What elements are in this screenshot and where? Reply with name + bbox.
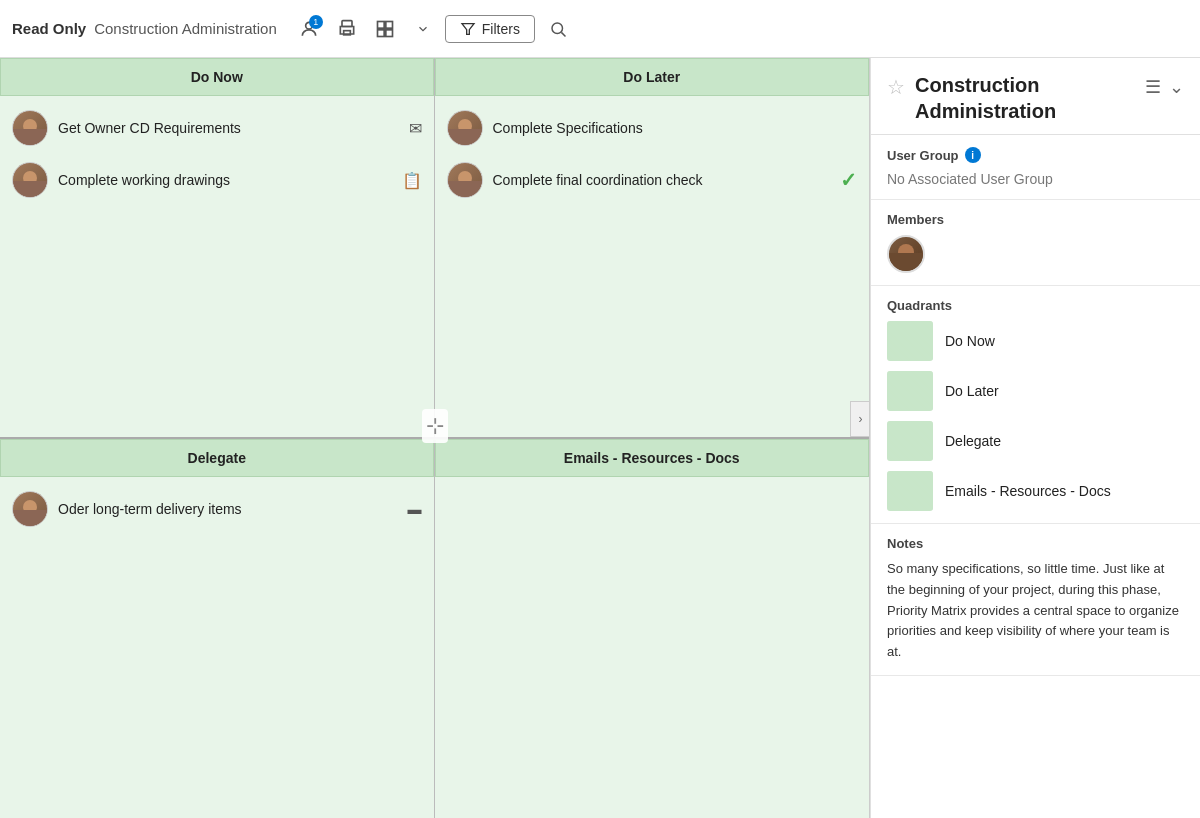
quadrant-do-later: Do Later Complete Specifications Complet… bbox=[435, 58, 870, 437]
filter-label: Filters bbox=[482, 21, 520, 37]
svg-rect-4 bbox=[386, 21, 393, 28]
task-item[interactable]: Complete final coordination check ✓ bbox=[443, 156, 862, 204]
quadrant-list-label: Emails - Resources - Docs bbox=[945, 483, 1111, 499]
quadrant-icon-do-now bbox=[887, 321, 933, 361]
matrix-area: Do Now Get Owner CD Requirements ✉ Compl… bbox=[0, 58, 870, 818]
user-group-section: User Group i No Associated User Group bbox=[871, 135, 1200, 200]
menu-icon[interactable]: ☰ bbox=[1145, 76, 1161, 98]
task-name: Oder long-term delivery items bbox=[58, 501, 398, 517]
rp-header-left: ☆ ConstructionAdministration bbox=[887, 72, 1056, 124]
toolbar-icons: 1 bbox=[295, 15, 437, 43]
svg-rect-5 bbox=[377, 29, 384, 36]
main-area: Do Now Get Owner CD Requirements ✉ Compl… bbox=[0, 58, 1200, 818]
members-title: Members bbox=[887, 212, 1184, 227]
task-item[interactable]: Oder long-term delivery items ▬ bbox=[8, 485, 426, 533]
task-item[interactable]: Complete working drawings 📋 bbox=[8, 156, 426, 204]
svg-point-8 bbox=[552, 23, 563, 34]
bottom-quadrants: Delegate Oder long-term delivery items ▬… bbox=[0, 439, 869, 818]
quadrant-list: Do Now Do Later Delegate Emails - Resour… bbox=[887, 321, 1184, 511]
member-avatar[interactable] bbox=[887, 235, 925, 273]
svg-marker-7 bbox=[462, 23, 474, 34]
quadrants-section: Quadrants Do Now Do Later Delegate Email… bbox=[871, 286, 1200, 524]
svg-line-9 bbox=[561, 32, 565, 36]
quadrant-do-later-header: Do Later bbox=[435, 58, 870, 96]
avatar bbox=[12, 110, 48, 146]
card-icon: ▬ bbox=[408, 501, 422, 517]
rp-header-right: ☰ ⌄ bbox=[1145, 76, 1184, 98]
notes-text: So many specifications, so little time. … bbox=[887, 559, 1184, 663]
read-only-badge: Read Only bbox=[12, 20, 86, 37]
quadrant-list-label: Delegate bbox=[945, 433, 1001, 449]
svg-rect-6 bbox=[386, 29, 393, 36]
quadrants-title: Quadrants bbox=[887, 298, 1184, 313]
right-panel: ☆ ConstructionAdministration ☰ ⌄ User Gr… bbox=[870, 58, 1200, 818]
chevron-down-icon[interactable]: ⌄ bbox=[1169, 76, 1184, 98]
quadrant-delegate-header: Delegate bbox=[0, 439, 434, 477]
task-name: Complete working drawings bbox=[58, 172, 392, 188]
filter-button[interactable]: Filters bbox=[445, 15, 535, 43]
members-row bbox=[887, 235, 1184, 273]
rp-title: ConstructionAdministration bbox=[915, 72, 1056, 124]
list-item: Do Now bbox=[887, 321, 1184, 361]
task-name: Complete Specifications bbox=[493, 120, 858, 136]
move-handle[interactable]: ⊹ bbox=[426, 413, 444, 439]
quadrant-do-now-header: Do Now bbox=[0, 58, 434, 96]
avatar bbox=[447, 110, 483, 146]
toolbar: Read Only Construction Administration 1 … bbox=[0, 0, 1200, 58]
svg-rect-3 bbox=[377, 21, 384, 28]
chevron-down-icon[interactable] bbox=[409, 15, 437, 43]
people-icon[interactable]: 1 bbox=[295, 15, 323, 43]
matrix-wrapper: Do Now Get Owner CD Requirements ✉ Compl… bbox=[0, 58, 869, 818]
list-item: Do Later bbox=[887, 371, 1184, 411]
notification-badge: 1 bbox=[309, 15, 323, 29]
quadrant-list-label: Do Now bbox=[945, 333, 995, 349]
avatar bbox=[12, 162, 48, 198]
top-quadrants: Do Now Get Owner CD Requirements ✉ Compl… bbox=[0, 58, 869, 439]
expand-arrow[interactable]: › bbox=[850, 401, 869, 437]
email-icon: ✉ bbox=[409, 119, 422, 138]
toolbar-title: Construction Administration bbox=[94, 20, 277, 37]
quadrant-emails-header: Emails - Resources - Docs bbox=[435, 439, 870, 477]
search-button[interactable] bbox=[543, 14, 573, 44]
quadrant-emails-body bbox=[435, 477, 870, 818]
grid-icon[interactable] bbox=[371, 15, 399, 43]
list-item: Delegate bbox=[887, 421, 1184, 461]
task-name: Complete final coordination check bbox=[493, 172, 831, 188]
star-icon[interactable]: ☆ bbox=[887, 75, 905, 99]
quadrant-icon-emails bbox=[887, 471, 933, 511]
quadrant-do-now-body: Get Owner CD Requirements ✉ Complete wor… bbox=[0, 96, 434, 437]
check-icon: ✓ bbox=[840, 168, 857, 192]
svg-rect-2 bbox=[343, 30, 350, 34]
rp-header: ☆ ConstructionAdministration ☰ ⌄ bbox=[871, 58, 1200, 135]
quadrant-icon-do-later bbox=[887, 371, 933, 411]
quadrant-do-later-body: Complete Specifications Complete final c… bbox=[435, 96, 870, 437]
info-icon[interactable]: i bbox=[965, 147, 981, 163]
toolbar-left: Read Only Construction Administration 1 … bbox=[12, 14, 1188, 44]
quadrant-do-now: Do Now Get Owner CD Requirements ✉ Compl… bbox=[0, 58, 435, 437]
no-group-text: No Associated User Group bbox=[887, 171, 1184, 187]
quadrant-list-label: Do Later bbox=[945, 383, 999, 399]
task-item[interactable]: Get Owner CD Requirements ✉ bbox=[8, 104, 426, 152]
svg-rect-1 bbox=[342, 20, 352, 26]
avatar bbox=[447, 162, 483, 198]
quadrant-delegate-body: Oder long-term delivery items ▬ bbox=[0, 477, 434, 818]
quadrant-delegate: Delegate Oder long-term delivery items ▬ bbox=[0, 439, 435, 818]
print-icon[interactable] bbox=[333, 15, 361, 43]
quadrant-icon-delegate bbox=[887, 421, 933, 461]
task-item[interactable]: Complete Specifications bbox=[443, 104, 862, 152]
avatar bbox=[12, 491, 48, 527]
list-item: Emails - Resources - Docs bbox=[887, 471, 1184, 511]
user-group-title: User Group i bbox=[887, 147, 1184, 163]
quadrant-emails: Emails - Resources - Docs bbox=[435, 439, 870, 818]
members-section: Members bbox=[871, 200, 1200, 286]
notes-section: Notes So many specifications, so little … bbox=[871, 524, 1200, 676]
doc-icon: 📋 bbox=[402, 171, 422, 190]
notes-title: Notes bbox=[887, 536, 1184, 551]
task-name: Get Owner CD Requirements bbox=[58, 120, 399, 136]
